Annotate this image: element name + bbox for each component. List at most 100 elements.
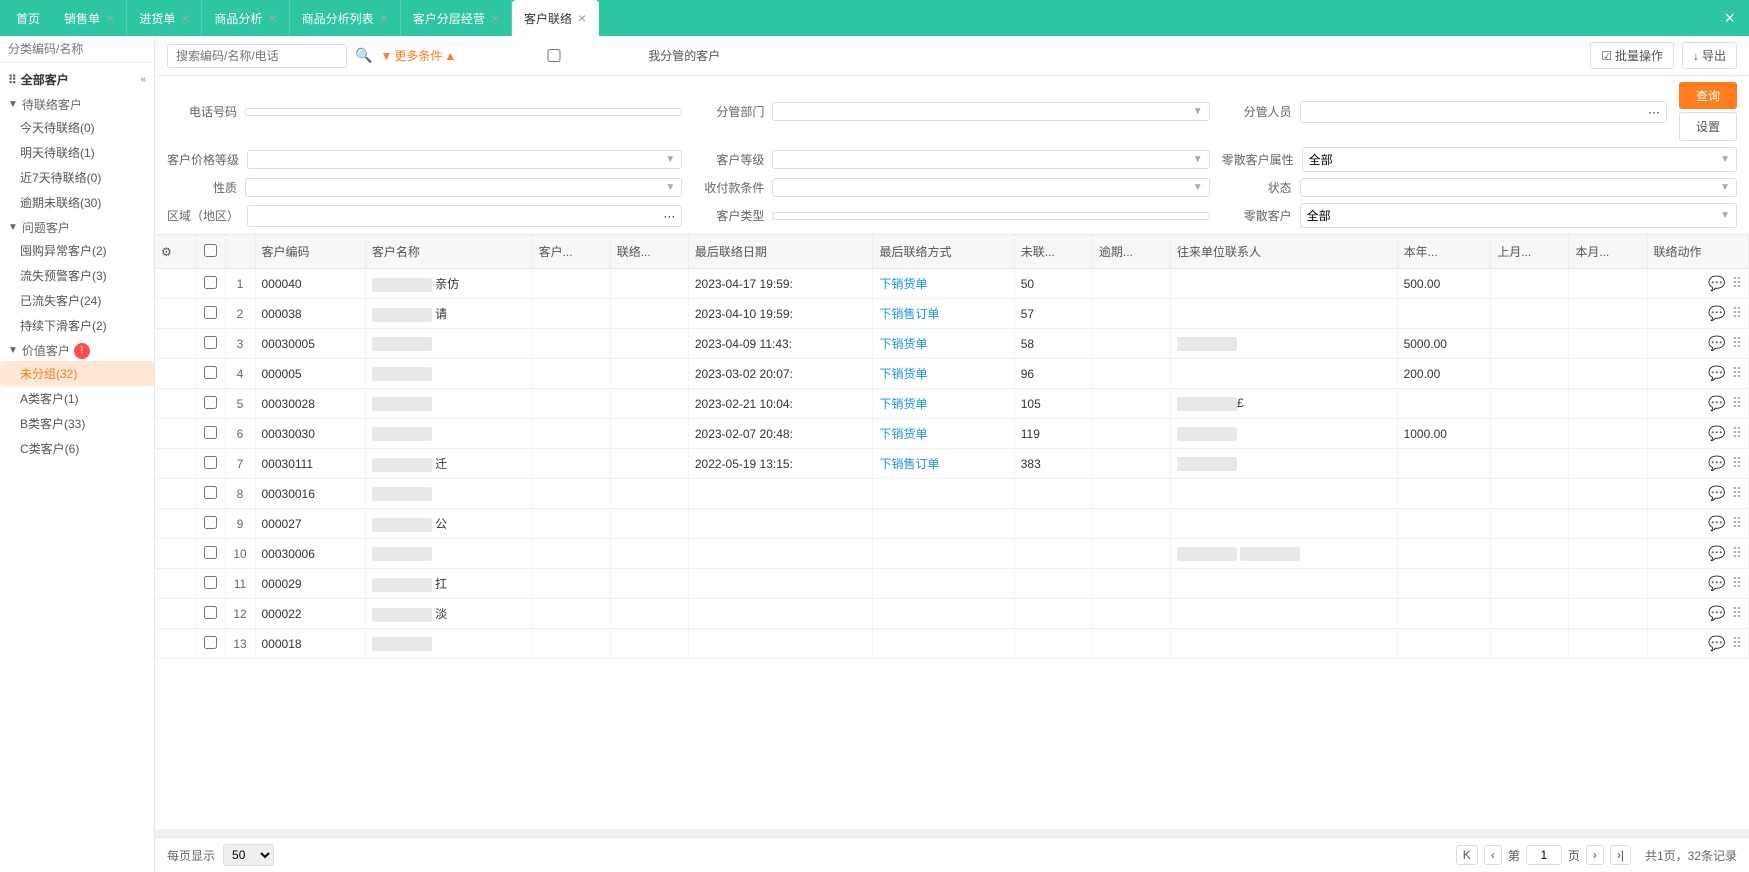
filter-payment-input[interactable]: ▼	[772, 178, 1209, 197]
sidebar-item-class-a[interactable]: A类客户(1)	[0, 386, 154, 411]
batch-op-button[interactable]: ☑ 批量操作	[1590, 42, 1674, 69]
last-way-link[interactable]: 下销售订单	[879, 457, 939, 471]
sidebar-item-class-b[interactable]: B类客户(33)	[0, 411, 154, 436]
chat-icon[interactable]: 💬	[1708, 515, 1725, 532]
filter-phone-input[interactable]	[245, 108, 682, 116]
sidebar-pending-group[interactable]: ▼ 待联络客户	[0, 92, 154, 115]
col-no-contact[interactable]: 未联...	[1014, 235, 1092, 269]
qr-icon[interactable]: ⠿	[1732, 335, 1742, 352]
reset-button[interactable]: 设置	[1679, 112, 1737, 141]
row-last-way-cell[interactable]: 下销货单	[873, 389, 1014, 419]
filter-price-level-input[interactable]: ▼	[247, 150, 682, 169]
tab-goods-list[interactable]: 商品分析列表 ×	[290, 0, 401, 36]
last-way-link[interactable]: 下销货单	[879, 427, 927, 441]
export-button[interactable]: ↓ 导出	[1682, 42, 1737, 69]
filter-customer-type-input[interactable]	[772, 212, 1209, 220]
col-name[interactable]: 客户名称	[365, 235, 532, 269]
sidebar-problem-group[interactable]: ▼ 问题客户	[0, 215, 154, 238]
qr-icon[interactable]: ⠿	[1732, 575, 1742, 592]
row-checkbox[interactable]	[204, 546, 217, 559]
row-checkbox[interactable]	[204, 576, 217, 589]
row-checkbox[interactable]	[204, 486, 217, 499]
chat-icon[interactable]: 💬	[1708, 545, 1725, 562]
tab-sales-close[interactable]: ×	[106, 10, 114, 26]
row-checkbox[interactable]	[204, 306, 217, 319]
chat-icon[interactable]: 💬	[1708, 485, 1725, 502]
row-check-cell[interactable]	[195, 509, 225, 539]
row-check-cell[interactable]	[195, 629, 225, 659]
sidebar-search-bar[interactable]: 🔍	[0, 36, 154, 63]
tab-purchase-close[interactable]: ×	[181, 10, 189, 26]
row-last-way-cell[interactable]	[873, 599, 1014, 629]
row-last-way-cell[interactable]: 下销售订单	[873, 449, 1014, 479]
row-last-way-cell[interactable]	[873, 569, 1014, 599]
sidebar-item-today-pending[interactable]: 今天待联络(0)	[0, 115, 154, 140]
tab-customer-tier[interactable]: 客户分层经营 ×	[401, 0, 512, 36]
chat-icon[interactable]: 💬	[1708, 365, 1725, 382]
last-way-link[interactable]: 下销货单	[879, 277, 927, 291]
chat-icon[interactable]: 💬	[1708, 305, 1725, 322]
sidebar-item-churn-warning[interactable]: 流失预警客户(3)	[0, 263, 154, 288]
qr-icon[interactable]: ⠿	[1732, 545, 1742, 562]
qr-icon[interactable]: ⠿	[1732, 485, 1742, 502]
col-type[interactable]: 客户...	[532, 235, 610, 269]
row-checkbox[interactable]	[204, 276, 217, 289]
chat-icon[interactable]: 💬	[1708, 635, 1725, 652]
qr-icon[interactable]: ⠿	[1732, 455, 1742, 472]
row-check-cell[interactable]	[195, 599, 225, 629]
last-way-link[interactable]: 下销货单	[879, 397, 927, 411]
row-check-cell[interactable]	[195, 449, 225, 479]
chat-icon[interactable]: 💬	[1708, 605, 1725, 622]
row-last-way-cell[interactable]	[873, 539, 1014, 569]
row-last-way-cell[interactable]: 下销货单	[873, 329, 1014, 359]
my-customers-checkbox[interactable]: 我分管的客户	[464, 47, 720, 64]
sidebar-item-churned[interactable]: 已流失客户(24)	[0, 288, 154, 313]
chat-icon[interactable]: 💬	[1708, 425, 1725, 442]
row-check-cell[interactable]	[195, 479, 225, 509]
row-last-way-cell[interactable]: 下销售订单	[873, 299, 1014, 329]
row-last-way-cell[interactable]: 下销货单	[873, 359, 1014, 389]
select-all-checkbox[interactable]	[204, 244, 217, 257]
sidebar-item-tomorrow-pending[interactable]: 明天待联络(1)	[0, 140, 154, 165]
page-number-input[interactable]	[1526, 845, 1562, 865]
row-checkbox[interactable]	[204, 516, 217, 529]
sidebar-item-7days-pending[interactable]: 近7天待联络(0)	[0, 165, 154, 190]
row-checkbox[interactable]	[204, 366, 217, 379]
col-last-date[interactable]: 最后联络日期	[688, 235, 873, 269]
filter-staff-input[interactable]: ···	[1300, 101, 1667, 123]
col-code[interactable]: 客户编码	[255, 235, 365, 269]
filter-dept-input[interactable]: ▼	[772, 102, 1209, 121]
row-check-cell[interactable]	[195, 419, 225, 449]
row-check-cell[interactable]	[195, 569, 225, 599]
qr-icon[interactable]: ⠿	[1732, 365, 1742, 382]
sidebar-item-ungrouped[interactable]: 未分组(32)	[0, 361, 154, 386]
col-last-month[interactable]: 上月...	[1491, 235, 1569, 269]
sidebar-value-group[interactable]: ▼ 价值客户 !	[0, 338, 154, 361]
last-way-link[interactable]: 下销售订单	[879, 307, 939, 321]
row-last-way-cell[interactable]: 下销货单	[873, 269, 1014, 299]
chat-icon[interactable]: 💬	[1708, 395, 1725, 412]
search-input[interactable]	[167, 44, 347, 68]
tab-purchase[interactable]: 进货单 ×	[127, 0, 202, 36]
next-page-btn[interactable]: ›	[1586, 845, 1604, 865]
filter-status-input[interactable]: ▼	[1300, 178, 1737, 197]
filter-customer-level-input[interactable]: ▼	[772, 150, 1209, 169]
more-conditions-btn[interactable]: ▼ 更多条件 ▲	[380, 47, 456, 64]
tab-goods-list-close[interactable]: ×	[380, 10, 388, 26]
qr-icon[interactable]: ⠿	[1732, 425, 1742, 442]
row-check-cell[interactable]	[195, 539, 225, 569]
filter-retail-input[interactable]: 全部 ▼	[1300, 203, 1737, 228]
first-page-btn[interactable]: K	[1456, 845, 1478, 865]
sidebar-item-overdue-pending[interactable]: 逾期未联络(30)	[0, 190, 154, 215]
sidebar-item-class-c[interactable]: C类客户(6)	[0, 436, 154, 461]
row-checkbox[interactable]	[204, 456, 217, 469]
col-overdue[interactable]: 逾期...	[1092, 235, 1170, 269]
col-contact[interactable]: 联络...	[610, 235, 688, 269]
col-this-month[interactable]: 本月...	[1569, 235, 1647, 269]
sidebar-item-declining[interactable]: 持续下滑客户(2)	[0, 313, 154, 338]
tab-sales[interactable]: 销售单 ×	[52, 0, 127, 36]
row-check-cell[interactable]	[195, 269, 225, 299]
row-checkbox[interactable]	[204, 396, 217, 409]
last-way-link[interactable]: 下销货单	[879, 367, 927, 381]
row-last-way-cell[interactable]	[873, 479, 1014, 509]
